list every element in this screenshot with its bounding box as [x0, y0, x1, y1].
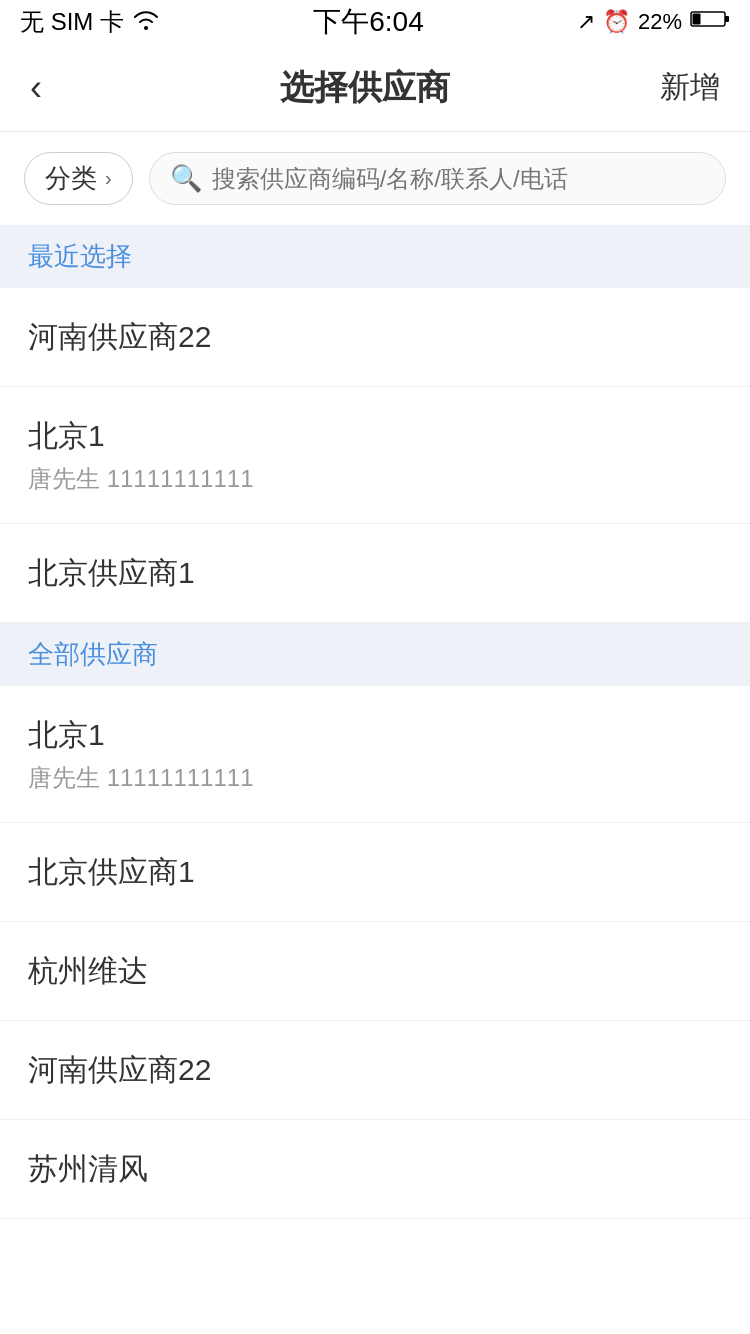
list-item[interactable]: 河南供应商22 [0, 1021, 750, 1120]
location-icon: ↗ [577, 9, 595, 35]
status-time: 下午6:04 [313, 3, 424, 41]
supplier-name: 北京1 [28, 415, 722, 457]
supplier-name: 河南供应商22 [28, 316, 722, 358]
supplier-name: 苏州清风 [28, 1148, 722, 1190]
status-right: ↗ ⏰ 22% [577, 9, 730, 35]
status-bar: 无 SIM 卡 下午6:04 ↗ ⏰ 22% [0, 0, 750, 44]
add-button[interactable]: 新增 [640, 67, 720, 108]
filter-row: 分类 › 🔍 [0, 132, 750, 225]
battery-icon [690, 9, 730, 35]
search-icon: 🔍 [170, 163, 202, 194]
list-item[interactable]: 北京供应商1 [0, 823, 750, 922]
list-item[interactable]: 北京1 唐先生 11111111111 [0, 387, 750, 524]
sections-container: 最近选择河南供应商22 北京1 唐先生 11111111111 北京供应商1 全部供应商… [0, 225, 750, 1219]
section-header-all: 全部供应商 [0, 623, 750, 686]
list-item[interactable]: 杭州维达 [0, 922, 750, 1021]
page-title: 选择供应商 [280, 65, 450, 111]
supplier-name: 北京供应商1 [28, 552, 722, 594]
search-box[interactable]: 🔍 [149, 152, 726, 205]
list-item[interactable]: 河南供应商22 [0, 288, 750, 387]
carrier-text: 无 SIM 卡 [20, 6, 124, 38]
alarm-icon: ⏰ [603, 9, 630, 35]
nav-bar: ‹ 选择供应商 新增 [0, 44, 750, 132]
category-label: 分类 [45, 161, 97, 196]
back-button[interactable]: ‹ [30, 67, 90, 109]
supplier-name: 河南供应商22 [28, 1049, 722, 1091]
wifi-icon [132, 8, 160, 36]
supplier-name: 北京供应商1 [28, 851, 722, 893]
list-item[interactable]: 苏州清风 [0, 1120, 750, 1219]
list-item[interactable]: 北京1 唐先生 11111111111 [0, 686, 750, 823]
status-left: 无 SIM 卡 [20, 6, 160, 38]
list-item[interactable]: 北京供应商1 [0, 524, 750, 623]
chevron-right-icon: › [105, 167, 112, 190]
section-header-recent: 最近选择 [0, 225, 750, 288]
supplier-name: 北京1 [28, 714, 722, 756]
supplier-contact: 唐先生 11111111111 [28, 762, 722, 794]
search-input[interactable] [212, 165, 705, 193]
supplier-contact: 唐先生 11111111111 [28, 463, 722, 495]
battery-text: 22% [638, 9, 682, 35]
svg-rect-1 [725, 16, 729, 22]
supplier-name: 杭州维达 [28, 950, 722, 992]
category-button[interactable]: 分类 › [24, 152, 133, 205]
svg-rect-2 [693, 14, 701, 25]
